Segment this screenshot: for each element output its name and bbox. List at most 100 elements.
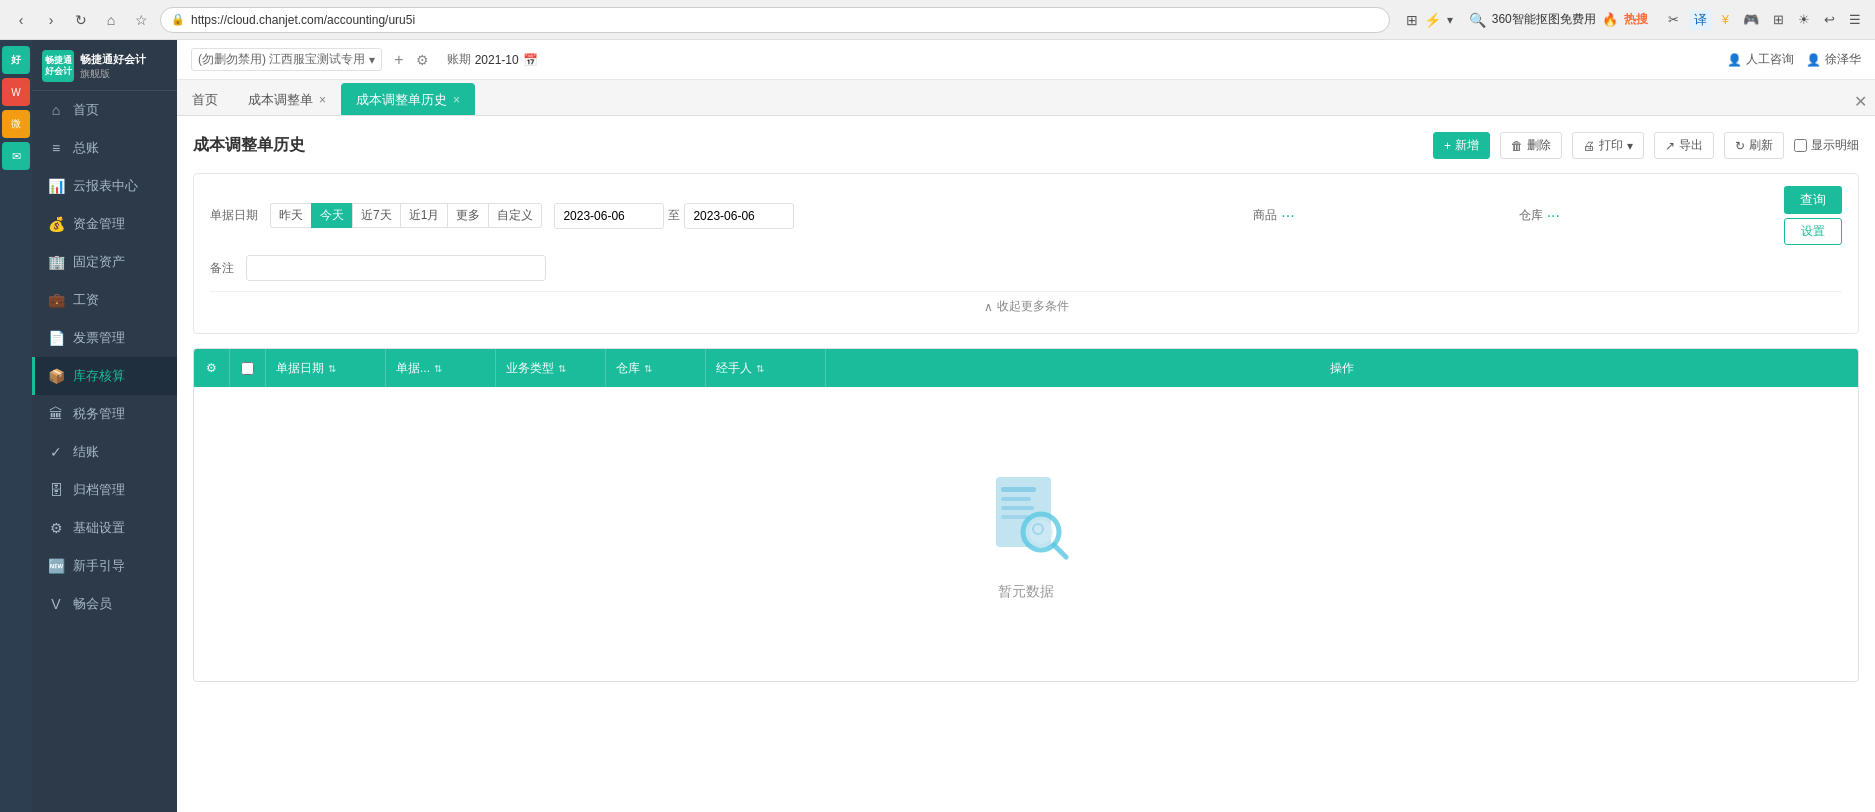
th-operator[interactable]: 经手人 ⇅: [706, 349, 826, 387]
browser-grid-icon[interactable]: ⊞: [1406, 12, 1418, 28]
username-btn[interactable]: 👤 徐泽华: [1806, 51, 1861, 68]
product-dots[interactable]: ···: [1281, 208, 1294, 224]
sidebar-item-member[interactable]: V 畅会员: [32, 585, 177, 623]
date-start-input[interactable]: [554, 203, 664, 229]
browser-back-btn[interactable]: ‹: [10, 9, 32, 31]
th-date[interactable]: 单据日期 ⇅: [266, 349, 386, 387]
company-label: (勿删勿禁用) 江西服宝测试专用: [198, 51, 365, 68]
sidebar-item-home[interactable]: ⌂ 首页: [32, 91, 177, 129]
date-btn-today[interactable]: 今天: [311, 203, 352, 228]
tab-cost-adjust[interactable]: 成本调整单 ×: [233, 83, 341, 115]
browser-scissors-btn[interactable]: ✂: [1664, 10, 1683, 30]
print-btn[interactable]: 🖨 打印 ▾: [1572, 132, 1644, 159]
icon-strip-orange[interactable]: 微: [2, 110, 30, 138]
sidebar-item-close[interactable]: ✓ 结账: [32, 433, 177, 471]
browser-lightning-icon[interactable]: ⚡: [1424, 12, 1441, 28]
product-filter: 商品 ···: [1253, 207, 1294, 224]
sidebar-item-guide[interactable]: 🆕 新手引导: [32, 547, 177, 585]
address-bar[interactable]: 🔒 https://cloud.chanjet.com/accounting/u…: [160, 7, 1390, 33]
icon-strip-logo[interactable]: 好: [2, 46, 30, 74]
sidebar-logo: 畅捷通好会计 畅捷通好会计 旗舰版: [32, 40, 177, 91]
sidebar-item-inventory[interactable]: 📦 库存核算: [32, 357, 177, 395]
browser-coin-btn[interactable]: ¥: [1718, 10, 1733, 30]
browser-menu-btn[interactable]: ☰: [1845, 10, 1865, 30]
date-btn-7days[interactable]: 近7天: [352, 203, 400, 228]
th-type[interactable]: 业务类型 ⇅: [496, 349, 606, 387]
period-label: 账期: [447, 51, 471, 68]
export-btn[interactable]: ↗ 导出: [1654, 132, 1714, 159]
data-table: ⚙ 单据日期 ⇅ 单据... ⇅ 业务类型 ⇅: [193, 348, 1859, 682]
new-btn[interactable]: + 新增: [1433, 132, 1490, 159]
sidebar-item-tax[interactable]: 🏛 税务管理: [32, 395, 177, 433]
sidebar-item-fund[interactable]: 💰 资金管理: [32, 205, 177, 243]
sort-no-icon: ⇅: [434, 363, 442, 374]
svg-rect-4: [1001, 515, 1029, 519]
th-date-label: 单据日期: [276, 360, 324, 377]
user-service-btn[interactable]: 👤 人工咨询: [1727, 51, 1794, 68]
sidebar-item-ledger[interactable]: ≡ 总账: [32, 129, 177, 167]
select-all-checkbox[interactable]: [241, 362, 254, 375]
browser-star-btn[interactable]: ☆: [130, 9, 152, 31]
show-bright-checkbox[interactable]: 显示明细: [1794, 137, 1859, 154]
date-btn-1month[interactable]: 近1月: [400, 203, 448, 228]
icon-strip-red[interactable]: W: [2, 78, 30, 106]
user-avatar-icon: 👤: [1806, 53, 1821, 67]
add-tab-btn[interactable]: +: [390, 51, 407, 69]
collapse-label: 收起更多条件: [997, 298, 1069, 315]
icon-strip-chat[interactable]: ✉: [2, 142, 30, 170]
delete-btn[interactable]: 🗑 删除: [1500, 132, 1562, 159]
setting-btn[interactable]: 设置: [1784, 218, 1842, 245]
empty-text: 暂元数据: [998, 583, 1054, 601]
date-btn-custom[interactable]: 自定义: [488, 203, 542, 228]
export-label: 导出: [1679, 137, 1703, 154]
fire-icon: 🔥: [1602, 12, 1618, 27]
browser-undo-btn[interactable]: ↩: [1820, 10, 1839, 30]
date-btn-more[interactable]: 更多: [447, 203, 488, 228]
query-btn[interactable]: 查询: [1784, 186, 1842, 214]
tab-cost-adjust-history[interactable]: 成本调整单历史 ×: [341, 83, 475, 115]
svg-rect-3: [1001, 506, 1034, 510]
show-bright-input[interactable]: [1794, 139, 1807, 152]
browser-refresh-btn[interactable]: ↻: [70, 9, 92, 31]
refresh-btn[interactable]: ↻ 刷新: [1724, 132, 1784, 159]
collapse-btn[interactable]: ∧ 收起更多条件: [210, 291, 1842, 321]
sidebar-item-invoice[interactable]: 📄 发票管理: [32, 319, 177, 357]
company-selector[interactable]: (勿删勿禁用) 江西服宝测试专用 ▾: [191, 48, 382, 71]
th-action-label: 操作: [1330, 360, 1354, 377]
browser-forward-btn[interactable]: ›: [40, 9, 62, 31]
tab-cost-adjust-close[interactable]: ×: [319, 93, 326, 107]
browser-translate-btn[interactable]: 译: [1689, 10, 1712, 30]
browser-dropdown-icon[interactable]: ▾: [1447, 13, 1453, 27]
column-settings-icon[interactable]: ⚙: [206, 361, 217, 375]
date-end-input[interactable]: [684, 203, 794, 229]
th-type-label: 业务类型: [506, 360, 554, 377]
th-no[interactable]: 单据... ⇅: [386, 349, 496, 387]
warehouse-label: 仓库: [1519, 207, 1543, 224]
sidebar-item-archive[interactable]: 🗄 归档管理: [32, 471, 177, 509]
remark-input[interactable]: [246, 255, 546, 281]
warehouse-dots[interactable]: ···: [1547, 208, 1560, 224]
th-check[interactable]: [230, 349, 266, 387]
browser-game-btn[interactable]: 🎮: [1739, 10, 1763, 30]
new-label: 新增: [1455, 137, 1479, 154]
ssl-lock-icon: 🔒: [171, 13, 185, 26]
calendar-icon[interactable]: 📅: [523, 53, 538, 67]
topbar-settings-icon[interactable]: ⚙: [416, 52, 429, 68]
browser-home-btn[interactable]: ⌂: [100, 9, 122, 31]
date-btn-yesterday[interactable]: 昨天: [270, 203, 311, 228]
th-warehouse[interactable]: 仓库 ⇅: [606, 349, 706, 387]
window-close-btn[interactable]: ✕: [1846, 88, 1875, 115]
tab-history-close[interactable]: ×: [453, 93, 460, 107]
period-value: 2021-10: [475, 53, 519, 67]
sidebar-item-settings[interactable]: ⚙ 基础设置: [32, 509, 177, 547]
sidebar-item-salary[interactable]: 💼 工资: [32, 281, 177, 319]
browser-display-btn[interactable]: ☀: [1794, 10, 1814, 30]
tab-home[interactable]: 首页: [177, 83, 233, 115]
home-icon: ⌂: [47, 102, 65, 118]
th-settings[interactable]: ⚙: [194, 349, 230, 387]
sidebar-item-report[interactable]: 📊 云报表中心: [32, 167, 177, 205]
print-dropdown-icon: ▾: [1627, 139, 1633, 153]
browser-apps-btn[interactable]: ⊞: [1769, 10, 1788, 30]
tab-cost-adjust-history-label: 成本调整单历史: [356, 91, 447, 109]
sidebar-item-asset[interactable]: 🏢 固定资产: [32, 243, 177, 281]
